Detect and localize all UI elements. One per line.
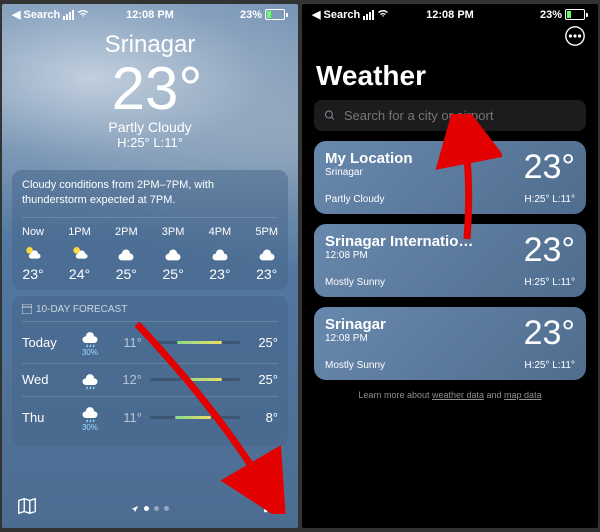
high-temp: 25° — [248, 372, 278, 387]
battery-icon — [565, 9, 588, 20]
hourly-item: 5PM 23° — [255, 226, 278, 282]
card-name: Srinagar — [325, 316, 386, 333]
location-card[interactable]: My LocationSrinagar 23° Partly Cloudy H:25°… — [314, 141, 586, 214]
forecast-panel[interactable]: 10-DAY FORECAST Today30%11°25°Wed12°25°T… — [12, 296, 288, 446]
hour-label: 3PM — [162, 226, 185, 238]
hour-label: 2PM — [115, 226, 138, 238]
back-label[interactable]: ◀ Search — [312, 8, 360, 21]
hourly-item: 1PM 24° — [68, 226, 91, 282]
weather-icon — [23, 242, 43, 262]
hour-label: 1PM — [68, 226, 91, 238]
card-temp: 23° — [524, 316, 575, 350]
weather-icon — [72, 370, 108, 390]
more-button[interactable] — [564, 25, 586, 52]
wifi-icon — [377, 8, 389, 21]
weather-list-screen: ◀ Search 12:08 PM 23% Weather My Locatio… — [302, 4, 598, 528]
low-temp: 11° — [108, 335, 142, 350]
weather-icon — [163, 242, 183, 262]
hourly-row[interactable]: Now 23° 1PM 24° 2PM 25° 3PM 25° 4PM 23° 5PM 23° — [22, 217, 278, 282]
weather-detail-screen: ◀ Search 12:08 PM 23% Srinagar 23° Partl… — [2, 4, 298, 528]
day-label: Today — [22, 335, 72, 350]
list-button[interactable] — [262, 495, 284, 522]
forecast-row[interactable]: Today30%11° 25° — [22, 321, 278, 363]
high-low: H:25° L:11° — [2, 135, 298, 150]
weather-data-link[interactable]: weather data — [432, 390, 484, 400]
hourly-item: Now 23° — [22, 226, 44, 282]
hourly-item: 4PM 23° — [209, 226, 232, 282]
forecast-row[interactable]: Wed 12° 25° — [22, 363, 278, 396]
forecast-header: 10-DAY FORECAST — [22, 304, 278, 315]
back-label[interactable]: ◀ Search — [12, 8, 60, 21]
hour-label: Now — [22, 226, 44, 238]
hourly-item: 3PM 25° — [162, 226, 185, 282]
location-card[interactable]: Srinagar Internatio…12:08 PM 23° Mostly Su… — [314, 224, 586, 297]
high-temp: 25° — [248, 335, 278, 350]
card-condition: Mostly Sunny — [325, 360, 385, 371]
summary-text: Cloudy conditions from 2PM–7PM, with thu… — [22, 178, 278, 209]
hour-temp: 25° — [163, 266, 184, 282]
location-card[interactable]: Srinagar12:08 PM 23° Mostly Sunny H:25° L:1… — [314, 307, 586, 380]
card-hilo: H:25° L:11° — [524, 360, 575, 371]
battery-icon — [265, 9, 288, 20]
weather-icon — [116, 242, 136, 262]
card-temp: 23° — [524, 233, 575, 267]
card-sub: Srinagar — [325, 167, 413, 178]
status-time: 12:08 PM — [426, 9, 474, 21]
weather-icon: 30% — [72, 403, 108, 432]
location-arrow-icon — [131, 505, 139, 513]
condition-text: Partly Cloudy — [2, 119, 298, 135]
wifi-icon — [77, 8, 89, 21]
bottom-toolbar — [2, 489, 298, 528]
cell-signal-icon — [363, 10, 374, 20]
battery-pct: 23% — [240, 9, 262, 21]
card-hilo: H:25° L:11° — [524, 194, 575, 205]
weather-icon — [70, 242, 90, 262]
high-temp: 8° — [248, 410, 278, 425]
status-bar: ◀ Search 12:08 PM 23% — [302, 4, 598, 21]
low-temp: 12° — [108, 372, 142, 387]
weather-icon — [257, 242, 277, 262]
card-condition: Mostly Sunny — [325, 277, 385, 288]
status-time: 12:08 PM — [126, 9, 174, 21]
battery-pct: 23% — [540, 9, 562, 21]
forecast-row[interactable]: Thu30%11° 8° — [22, 396, 278, 438]
search-input[interactable] — [342, 107, 576, 124]
hour-temp: 23° — [256, 266, 277, 282]
weather-icon: 30% — [72, 328, 108, 357]
hourly-panel[interactable]: Cloudy conditions from 2PM–7PM, with thu… — [12, 170, 288, 290]
card-name: My Location — [325, 150, 413, 167]
hour-temp: 23° — [22, 266, 43, 282]
card-sub: 12:08 PM — [325, 333, 386, 344]
temp-range-bar — [150, 341, 240, 344]
page-dots[interactable] — [131, 505, 169, 513]
search-field[interactable] — [314, 100, 586, 131]
hour-label: 4PM — [209, 226, 232, 238]
weather-icon — [210, 242, 230, 262]
footer-text: Learn more about weather data and map da… — [302, 390, 598, 400]
card-sub: 12:08 PM — [325, 250, 473, 261]
card-hilo: H:25° L:11° — [524, 277, 575, 288]
status-bar: ◀ Search 12:08 PM 23% — [2, 4, 298, 21]
card-condition: Partly Cloudy — [325, 194, 384, 205]
hour-temp: 24° — [69, 266, 90, 282]
day-label: Thu — [22, 410, 72, 425]
low-temp: 11° — [108, 410, 142, 425]
map-button[interactable] — [16, 495, 38, 522]
temp-range-bar — [150, 378, 240, 381]
cell-signal-icon — [63, 10, 74, 20]
hour-temp: 25° — [116, 266, 137, 282]
card-name: Srinagar Internatio… — [325, 233, 473, 250]
hour-label: 5PM — [255, 226, 278, 238]
current-conditions: Srinagar 23° Partly Cloudy H:25° L:11° — [2, 21, 298, 164]
page-title: Weather — [302, 52, 598, 100]
hour-temp: 23° — [209, 266, 230, 282]
map-data-link[interactable]: map data — [504, 390, 542, 400]
search-icon — [324, 109, 336, 122]
hourly-item: 2PM 25° — [115, 226, 138, 282]
day-label: Wed — [22, 372, 72, 387]
card-temp: 23° — [524, 150, 575, 184]
current-temp: 23° — [16, 59, 298, 119]
temp-range-bar — [150, 416, 240, 419]
